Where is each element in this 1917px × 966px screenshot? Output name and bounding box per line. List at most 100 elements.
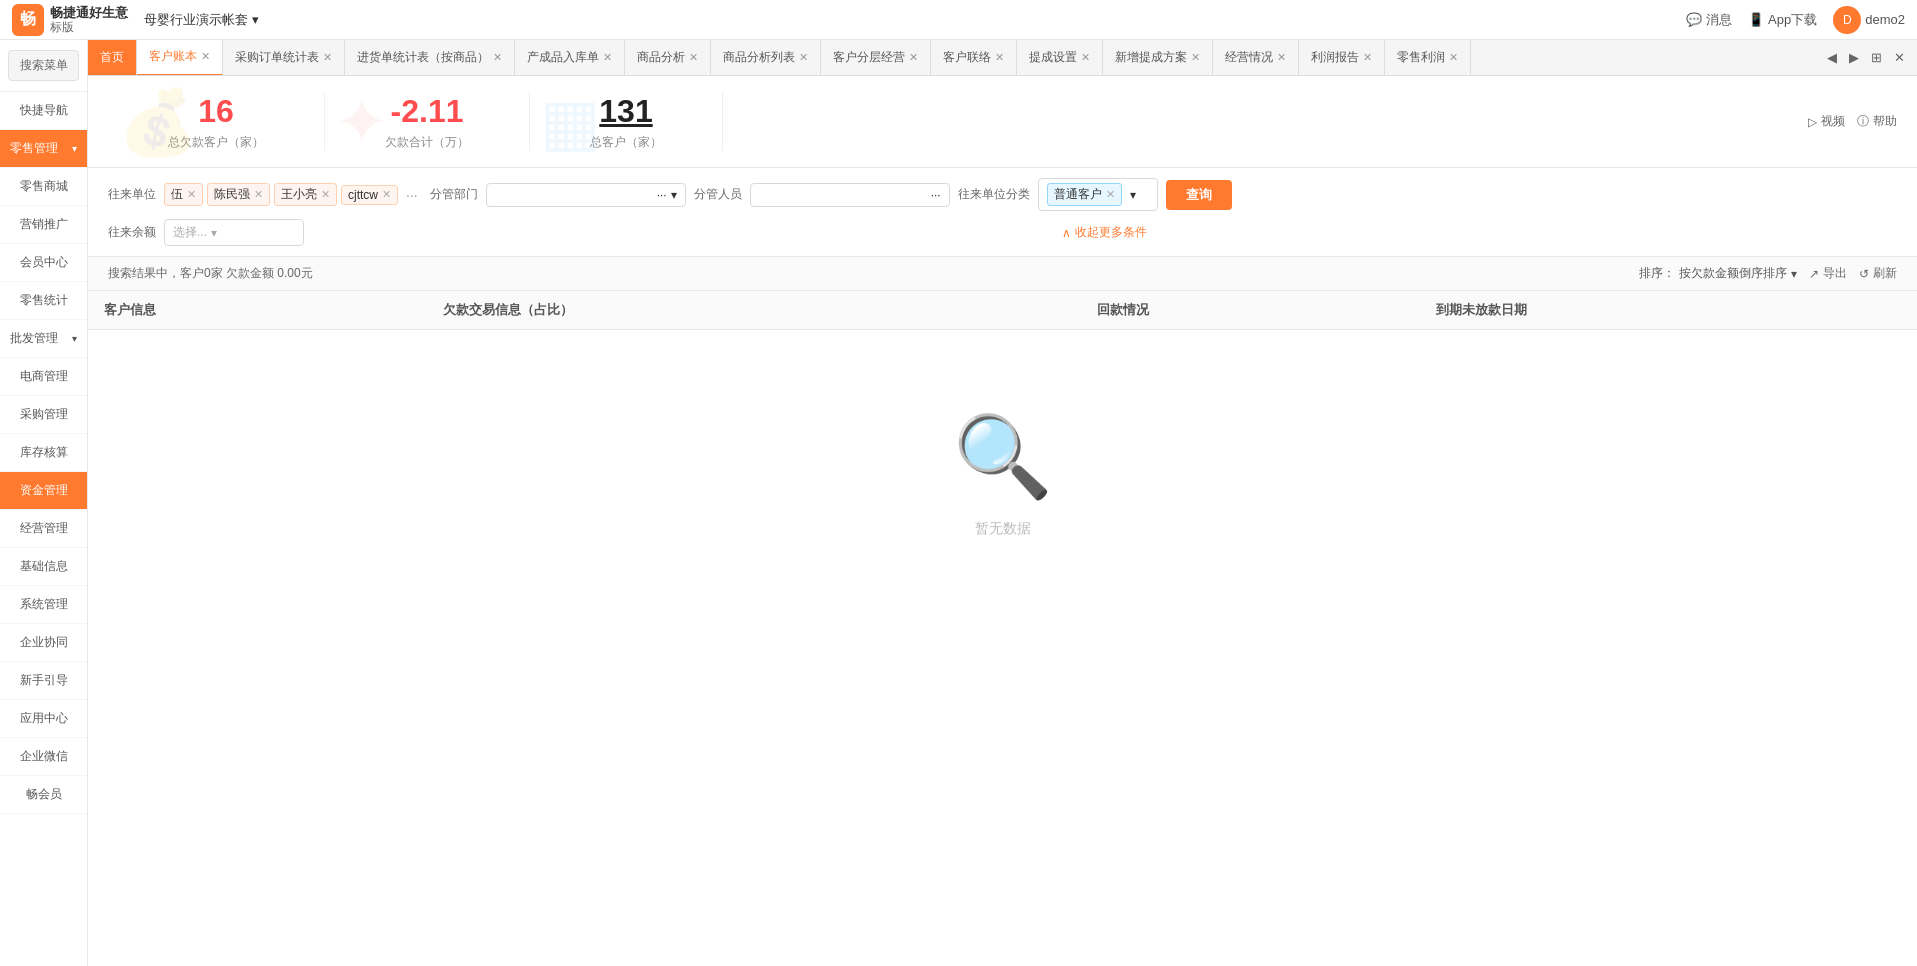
message-btn[interactable]: 💬 消息	[1686, 11, 1732, 29]
sidebar-item-label-16: 应用中心	[20, 711, 68, 725]
collapse-btn[interactable]: ∧ 收起更多条件	[1062, 224, 1147, 241]
sidebar-item-10[interactable]: 资金管理	[0, 472, 87, 510]
tab-label-12: 利润报告	[1311, 49, 1359, 66]
dept-ellipsis: ···	[657, 188, 667, 202]
dept-select[interactable]: ··· ▾	[486, 183, 686, 207]
person-ellipsis: ···	[931, 188, 941, 202]
unit-label: 往来单位	[108, 186, 156, 203]
tab-11[interactable]: 经营情况✕	[1213, 40, 1299, 76]
tab-close-1[interactable]: ✕	[201, 50, 210, 63]
video-label: 视频	[1821, 113, 1845, 130]
tab-prev-btn[interactable]: ◀	[1823, 48, 1841, 67]
sidebar-item-15[interactable]: 新手引导	[0, 662, 87, 700]
sidebar-item-4[interactable]: 会员中心	[0, 244, 87, 282]
tab-9[interactable]: 提成设置✕	[1017, 40, 1103, 76]
unit-type-select[interactable]: 普通客户 ✕ ▾	[1038, 178, 1158, 211]
sidebar-item-2[interactable]: 零售商城	[0, 168, 87, 206]
sidebar-item-0[interactable]: 快捷导航	[0, 92, 87, 130]
sidebar-item-5[interactable]: 零售统计	[0, 282, 87, 320]
sidebar-item-3[interactable]: 营销推广	[0, 206, 87, 244]
table-head: 客户信息 欠款交易信息（占比） 回款情况 到期未放款日期	[88, 291, 1917, 330]
tab-close-3[interactable]: ✕	[493, 51, 502, 64]
unit-tag-chen[interactable]: 陈民强 ✕	[207, 183, 270, 206]
sidebar-item-11[interactable]: 经营管理	[0, 510, 87, 548]
unit-type-tag-close[interactable]: ✕	[1106, 188, 1115, 201]
tab-close-4[interactable]: ✕	[603, 51, 612, 64]
app-download-btn[interactable]: 📱 App下载	[1748, 11, 1817, 29]
unit-type-tag[interactable]: 普通客户 ✕	[1047, 183, 1122, 206]
tab-10[interactable]: 新增提成方案✕	[1103, 40, 1213, 76]
tab-close-all-btn[interactable]: ✕	[1890, 48, 1909, 67]
collapse-label: 收起更多条件	[1075, 224, 1147, 241]
tab-close-5[interactable]: ✕	[689, 51, 698, 64]
tab-12[interactable]: 利润报告 ✕	[1299, 40, 1385, 76]
unit-tag-more[interactable]: ···	[402, 185, 422, 205]
tab-close-9[interactable]: ✕	[1081, 51, 1090, 64]
search-menu-btn[interactable]: 搜索菜单	[8, 50, 79, 81]
unit-tag-cjttcw-close[interactable]: ✕	[382, 188, 391, 201]
tab-6[interactable]: 商品分析列表✕	[711, 40, 821, 76]
sidebar-item-label-2: 零售商城	[20, 179, 68, 193]
tab-close-2[interactable]: ✕	[323, 51, 332, 64]
col-overdue: 到期未放款日期	[1420, 291, 1917, 330]
balance-input[interactable]: 选择... ▾	[164, 219, 304, 246]
stats-right-controls: ▷ 视频 ⓘ 帮助	[1808, 113, 1897, 130]
sidebar-item-14[interactable]: 企业协同	[0, 624, 87, 662]
tab-0[interactable]: 首页	[88, 40, 137, 76]
tab-7[interactable]: 客户分层经营 ✕	[821, 40, 931, 76]
tab-close-12[interactable]: ✕	[1363, 51, 1372, 64]
dept-label: 分管部门	[430, 186, 478, 203]
tab-label-1: 客户账本	[149, 48, 197, 65]
person-select[interactable]: ···	[750, 183, 950, 207]
refresh-label: 刷新	[1873, 265, 1897, 282]
sidebar-item-7[interactable]: 电商管理	[0, 358, 87, 396]
sidebar-item-12[interactable]: 基础信息	[0, 548, 87, 586]
sidebar-item-13[interactable]: 系统管理	[0, 586, 87, 624]
sidebar-item-17[interactable]: 企业微信	[0, 738, 87, 776]
sidebar-item-16[interactable]: 应用中心	[0, 700, 87, 738]
unit-tag-wu-close[interactable]: ✕	[187, 188, 196, 201]
empty-icon: 🔍	[953, 410, 1053, 504]
tab-13[interactable]: 零售利润✕	[1385, 40, 1471, 76]
tab-close-10[interactable]: ✕	[1191, 51, 1200, 64]
person-label: 分管人员	[694, 186, 742, 203]
tab-close-8[interactable]: ✕	[995, 51, 1004, 64]
tab-8[interactable]: 客户联络✕	[931, 40, 1017, 76]
tab-5[interactable]: 商品分析✕	[625, 40, 711, 76]
tab-close-7[interactable]: ✕	[909, 51, 918, 64]
table-header-row: 客户信息 欠款交易信息（占比） 回款情况 到期未放款日期	[88, 291, 1917, 330]
tab-close-11[interactable]: ✕	[1277, 51, 1286, 64]
unit-tag-wang[interactable]: 王小亮 ✕	[274, 183, 337, 206]
unit-tag-wang-close[interactable]: ✕	[321, 188, 330, 201]
store-selector[interactable]: 母婴行业演示帐套 ▾	[136, 7, 267, 33]
sidebar-item-6[interactable]: 批发管理▾	[0, 320, 87, 358]
tab-3[interactable]: 进货单统计表（按商品）✕	[345, 40, 515, 76]
tab-next-btn[interactable]: ▶	[1845, 48, 1863, 67]
sidebar-item-1[interactable]: 零售管理▾	[0, 130, 87, 168]
user-menu[interactable]: D demo2	[1833, 6, 1905, 34]
unit-tag-wu[interactable]: 伍 ✕	[164, 183, 203, 206]
unit-tag-chen-close[interactable]: ✕	[254, 188, 263, 201]
store-name: 母婴行业演示帐套	[144, 11, 248, 29]
tab-label-7: 客户分层经营	[833, 49, 905, 66]
sidebar-item-9[interactable]: 库存核算	[0, 434, 87, 472]
collapse-icon: ∧	[1062, 226, 1071, 240]
tab-4[interactable]: 产成品入库单✕	[515, 40, 625, 76]
tab-expand-btn[interactable]: ⊞	[1867, 48, 1886, 67]
tab-close-6[interactable]: ✕	[799, 51, 808, 64]
help-btn[interactable]: ⓘ 帮助	[1857, 113, 1897, 130]
export-btn[interactable]: ↗ 导出	[1809, 265, 1847, 282]
video-btn[interactable]: ▷ 视频	[1808, 113, 1845, 130]
table-wrap: 客户信息 欠款交易信息（占比） 回款情况 到期未放款日期 🔍 暂无数据	[88, 291, 1917, 966]
tab-close-13[interactable]: ✕	[1449, 51, 1458, 64]
sidebar-item-8[interactable]: 采购管理	[0, 396, 87, 434]
sidebar-item-18[interactable]: 畅会员	[0, 776, 87, 814]
query-button[interactable]: 查询	[1166, 180, 1232, 210]
play-icon: ▷	[1808, 115, 1817, 129]
tab-1[interactable]: 客户账本 ✕	[137, 40, 223, 76]
tab-2[interactable]: 采购订单统计表✕	[223, 40, 345, 76]
sort-select[interactable]: 排序： 按欠款金额倒序排序 ▾	[1639, 265, 1797, 282]
refresh-btn[interactable]: ↺ 刷新	[1859, 265, 1897, 282]
unit-tag-wang-text: 王小亮	[281, 186, 317, 203]
unit-tag-cjttcw[interactable]: cjttcw ✕	[341, 185, 398, 205]
